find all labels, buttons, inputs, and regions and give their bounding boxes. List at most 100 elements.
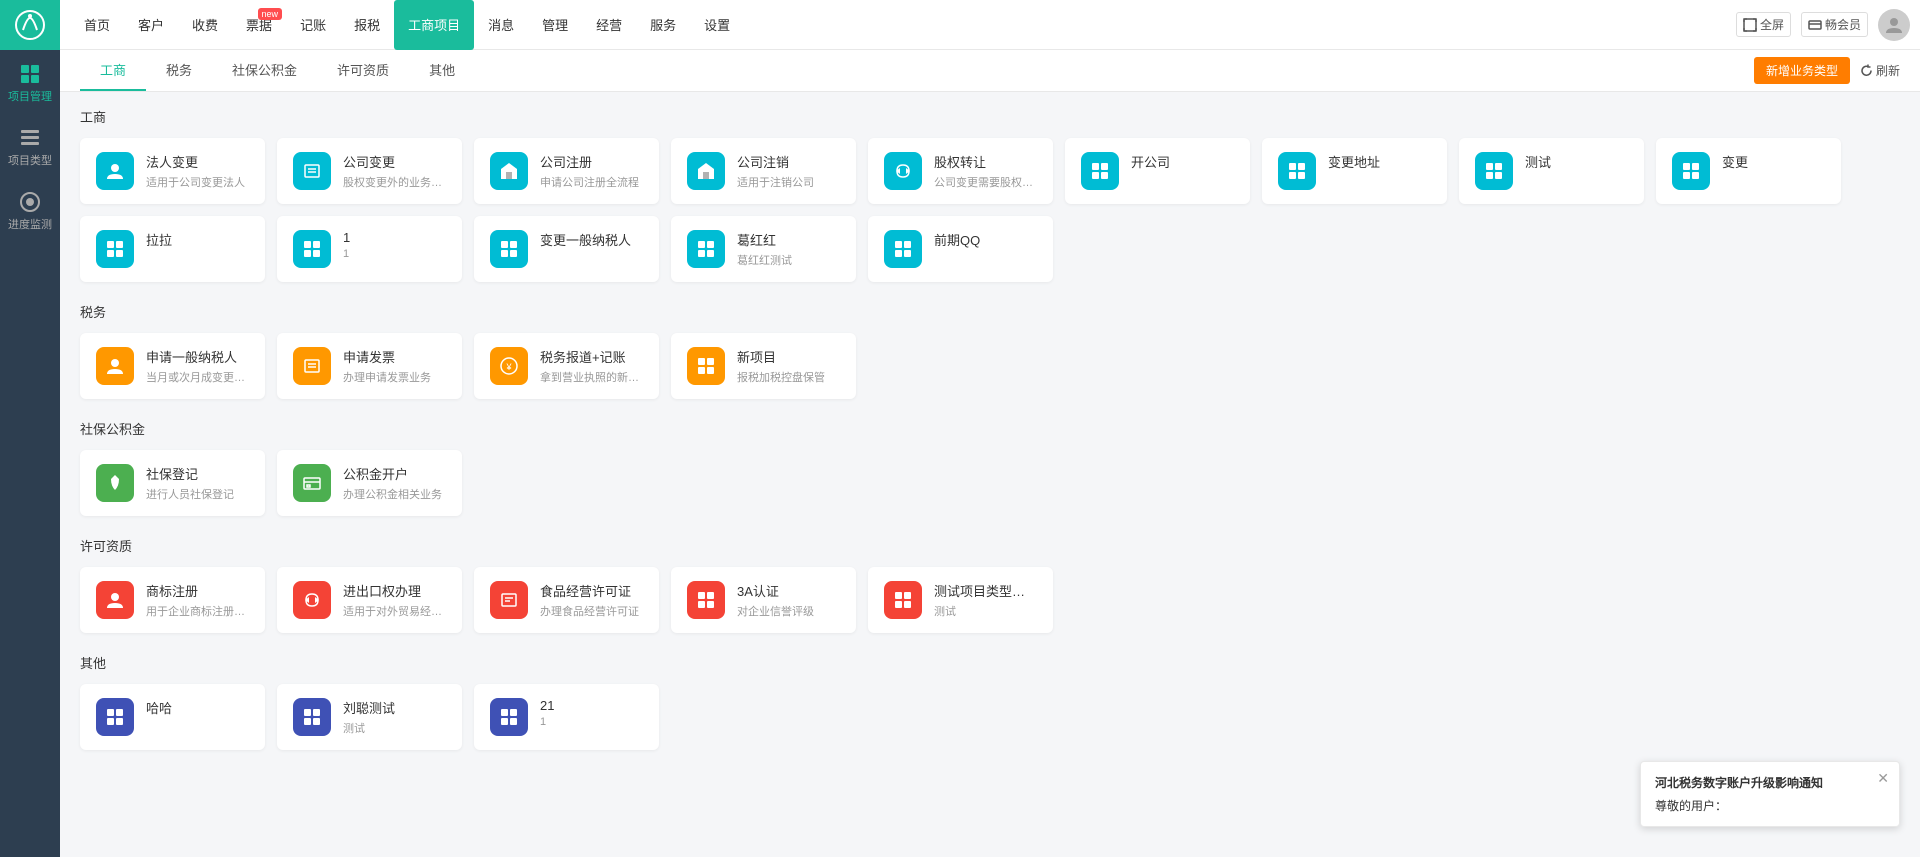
card-title-new-project: 新项目	[737, 347, 840, 366]
card-open-company[interactable]: 开公司	[1065, 138, 1250, 204]
card-icon-fund-open	[293, 464, 331, 502]
tab-bar-right: 新增业务类型 刷新	[1754, 57, 1900, 84]
card-company-register[interactable]: 公司注册 申请公司注册全流程	[474, 138, 659, 204]
card-lala[interactable]: 拉拉	[80, 216, 265, 282]
card-test-type[interactable]: 测试项目类型目定义 测试	[868, 567, 1053, 633]
card-change-address[interactable]: 变更地址	[1262, 138, 1447, 204]
card-title-company-register: 公司注册	[540, 152, 643, 171]
card-icon-haha	[96, 698, 134, 736]
section-title-other: 其他	[80, 653, 1900, 672]
social-cards-grid: 社保登记 进行人员社保登记 公积金开户 办理公积金相关业务	[80, 450, 1900, 516]
card-change-tax[interactable]: 变更一般纳税人	[474, 216, 659, 282]
section-social: 社保公积金 社保登记 进行人员社保登记	[80, 419, 1900, 516]
progress-monitor-icon	[16, 188, 44, 216]
card-icon-legal-change	[96, 152, 134, 190]
nav-client[interactable]: 客户	[124, 0, 178, 50]
card-desc-new-project: 报税加税控盘保管	[737, 369, 840, 385]
card-icon-liucetest	[293, 698, 331, 736]
card-apply-invoice[interactable]: 申请发票 办理申请发票业务	[277, 333, 462, 399]
nav-billing[interactable]: 收费	[178, 0, 232, 50]
card-desc-company-cancel: 适用于注销公司	[737, 174, 840, 190]
card-desc-3a-cert: 对企业信誉评级	[737, 603, 840, 619]
member-button[interactable]: 畅会员	[1801, 12, 1868, 37]
nav-account[interactable]: 记账	[286, 0, 340, 50]
card-fund-open[interactable]: 公积金开户 办理公积金相关业务	[277, 450, 462, 516]
card-social-register[interactable]: 社保登记 进行人员社保登记	[80, 450, 265, 516]
nav-settings[interactable]: 设置	[690, 0, 744, 50]
nav-tax[interactable]: 报税	[340, 0, 394, 50]
nav-industry[interactable]: 工商项目	[394, 0, 474, 50]
sidebar: 项目管理 项目类型 进度监测	[0, 0, 60, 857]
project-type-icon	[16, 124, 44, 152]
card-title-company-cancel: 公司注销	[737, 152, 840, 171]
card-test[interactable]: 测试	[1459, 138, 1644, 204]
card-desc-social-register: 进行人员社保登记	[146, 486, 249, 502]
main-area: 首页 客户 收费 票据 new 记账 报税 工商项目 消息 管理 经营 服务 设…	[60, 0, 1920, 857]
fullscreen-button[interactable]: 全屏	[1736, 12, 1791, 37]
card-liucetest[interactable]: 刘聪测试 测试	[277, 684, 462, 750]
card-icon-change-address	[1278, 152, 1316, 190]
nav-manage[interactable]: 管理	[528, 0, 582, 50]
card-early-qq[interactable]: 前期QQ	[868, 216, 1053, 282]
ticket-badge: new	[258, 8, 283, 20]
card-title-liucetest: 刘聪测试	[343, 698, 446, 717]
nav-home[interactable]: 首页	[70, 0, 124, 50]
top-nav: 首页 客户 收费 票据 new 记账 报税 工商项目 消息 管理 经营 服务 设…	[60, 0, 1920, 50]
nav-operation[interactable]: 经营	[582, 0, 636, 50]
card-haha[interactable]: 哈哈	[80, 684, 265, 750]
tab-industry[interactable]: 工商	[80, 50, 146, 91]
card-twenty-one[interactable]: 21 1	[474, 684, 659, 750]
card-new-project[interactable]: 新项目 报税加税控盘保管	[671, 333, 856, 399]
tab-social[interactable]: 社保公积金	[212, 50, 317, 91]
card-one[interactable]: 1 1	[277, 216, 462, 282]
tab-tax[interactable]: 税务	[146, 50, 212, 91]
nav-ticket[interactable]: 票据 new	[232, 0, 286, 50]
card-food-permit[interactable]: 食品经营许可证 办理食品经营许可证	[474, 567, 659, 633]
sidebar-item-project-type[interactable]: 项目类型	[0, 114, 60, 178]
card-import-export[interactable]: 进出口权办理 适用于对外贸易经营者	[277, 567, 462, 633]
card-trademark[interactable]: 商标注册 用于企业商标注册服务	[80, 567, 265, 633]
card-title-3a-cert: 3A认证	[737, 581, 840, 600]
notification-close-button[interactable]: ✕	[1877, 770, 1889, 787]
card-title-change-tax: 变更一般纳税人	[540, 230, 643, 249]
scroll-content: 工商 法人变更 适用于公司变更法人	[60, 92, 1920, 857]
card-icon-import-export	[293, 581, 331, 619]
sidebar-item-label-progress-monitor: 进度监测	[8, 219, 52, 232]
tab-permit[interactable]: 许可资质	[317, 50, 409, 91]
card-title-twenty-one: 21	[540, 698, 643, 713]
card-equity-transfer[interactable]: 股权转让 公司变更需要股权转让	[868, 138, 1053, 204]
section-industry: 工商 法人变更 适用于公司变更法人	[80, 107, 1900, 282]
card-tax-report[interactable]: ¥ 税务报道+记账 拿到营业执照的新公司	[474, 333, 659, 399]
card-company-change[interactable]: 公司变更 股权变更外的业务变更	[277, 138, 462, 204]
new-type-button[interactable]: 新增业务类型	[1754, 57, 1850, 84]
nav-service[interactable]: 服务	[636, 0, 690, 50]
card-desc-liucetest: 测试	[343, 720, 446, 736]
industry-cards-grid: 法人变更 适用于公司变更法人 公司变更 股权变更外的业务变更	[80, 138, 1900, 282]
logo[interactable]	[0, 0, 60, 50]
card-desc-twenty-one: 1	[540, 716, 643, 728]
card-icon-one	[293, 230, 331, 268]
card-gehonghong[interactable]: 葛红红 葛红红测试	[671, 216, 856, 282]
sidebar-item-progress-monitor[interactable]: 进度监测	[0, 178, 60, 242]
sidebar-item-label-project-mgmt: 项目管理	[8, 91, 52, 104]
card-desc-trademark: 用于企业商标注册服务	[146, 603, 249, 619]
card-title-company-change: 公司变更	[343, 152, 446, 171]
nav-message[interactable]: 消息	[474, 0, 528, 50]
card-company-cancel[interactable]: 公司注销 适用于注销公司	[671, 138, 856, 204]
section-title-tax: 税务	[80, 302, 1900, 321]
card-icon-apply-general	[96, 347, 134, 385]
card-desc-one: 1	[343, 248, 446, 260]
card-3a-cert[interactable]: 3A认证 对企业信誉评级	[671, 567, 856, 633]
section-title-industry: 工商	[80, 107, 1900, 126]
refresh-button[interactable]: 刷新	[1860, 62, 1900, 79]
card-icon-test-type	[884, 581, 922, 619]
card-apply-general[interactable]: 申请一般纳税人 当月或次月成变更完成	[80, 333, 265, 399]
tab-other[interactable]: 其他	[409, 50, 475, 91]
card-legal-change[interactable]: 法人变更 适用于公司变更法人	[80, 138, 265, 204]
avatar[interactable]	[1878, 9, 1910, 41]
sidebar-item-project-mgmt[interactable]: 项目管理	[0, 50, 60, 114]
card-change[interactable]: 变更	[1656, 138, 1841, 204]
card-desc-gehonghong: 葛红红测试	[737, 252, 840, 268]
card-icon-company-cancel	[687, 152, 725, 190]
card-title-change: 变更	[1722, 152, 1825, 171]
